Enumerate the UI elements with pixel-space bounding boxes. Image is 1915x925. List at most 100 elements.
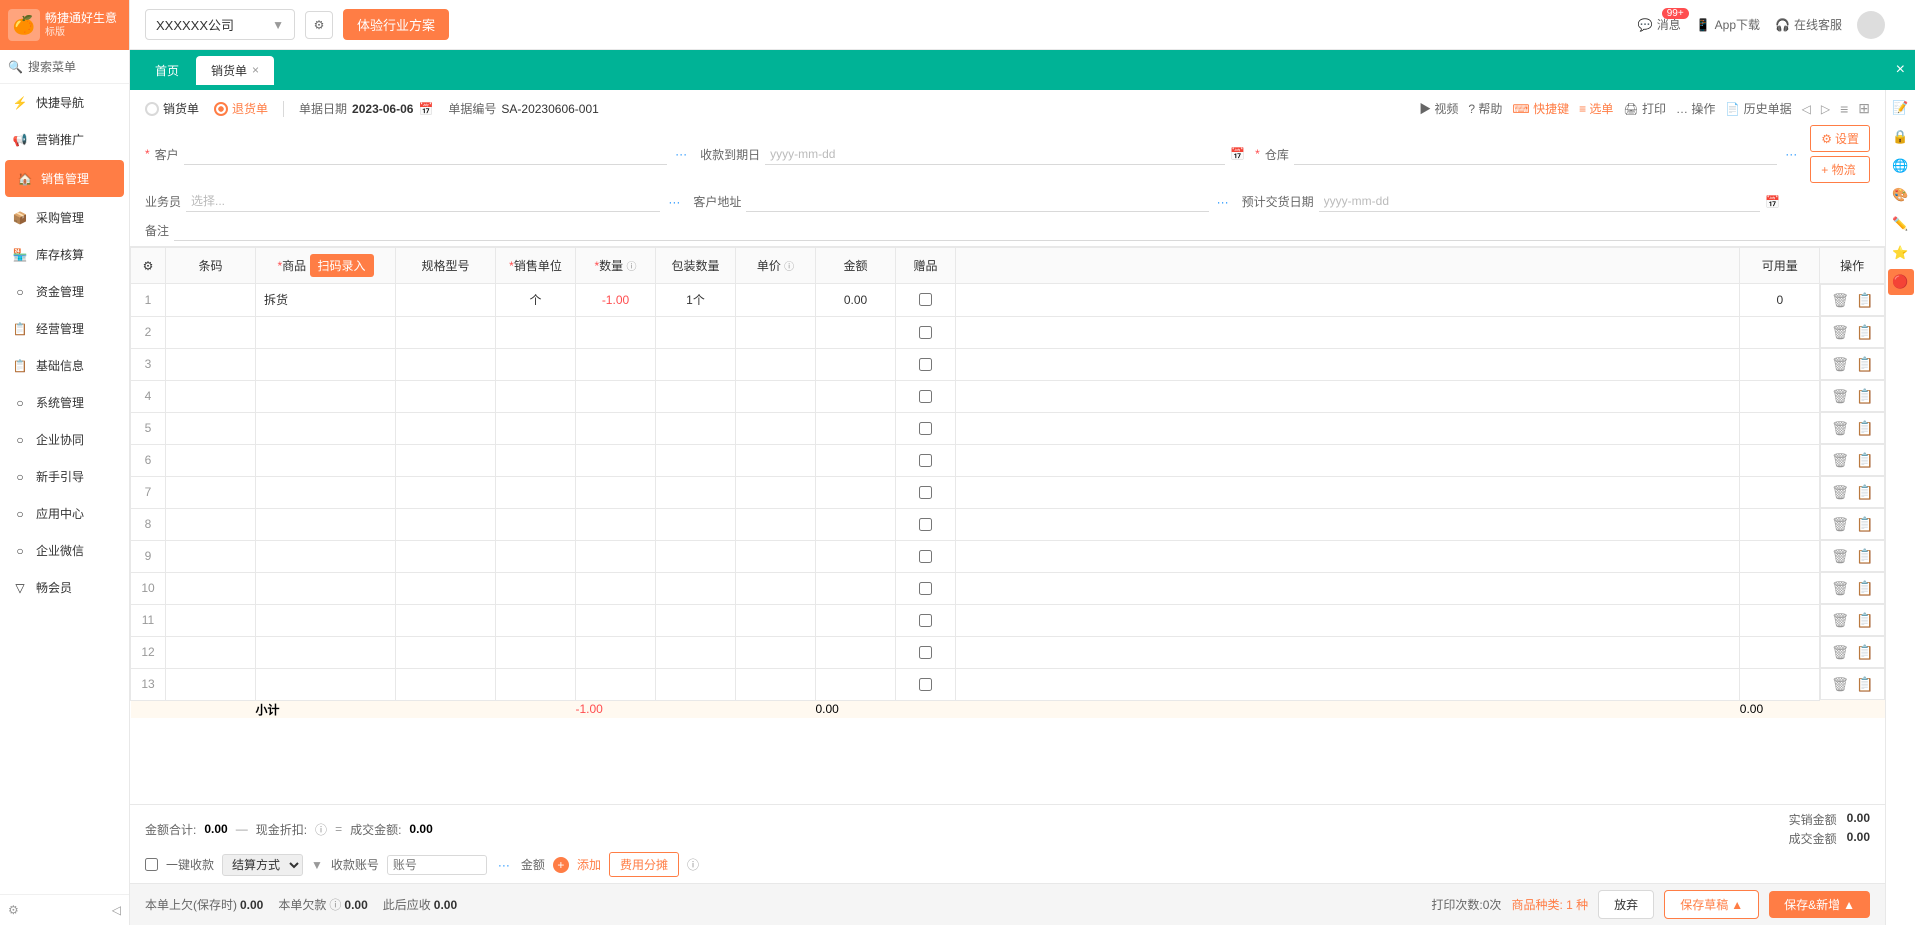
copy-row-btn[interactable]: 📋 xyxy=(1854,514,1875,534)
delete-row-btn[interactable]: 🗑 xyxy=(1829,578,1851,598)
copy-row-btn[interactable]: 📋 xyxy=(1854,642,1875,662)
logistics-btn[interactable]: + 物流 xyxy=(1810,156,1870,183)
sidebar-item-purchase[interactable]: 📦 采购管理 xyxy=(0,199,129,236)
address-ellipsis[interactable]: ··· xyxy=(1214,195,1232,209)
salesperson-ellipsis[interactable]: ··· xyxy=(665,195,683,209)
gift-checkbox[interactable] xyxy=(919,390,932,403)
header-settings-icon[interactable]: ⚙ xyxy=(305,11,333,39)
account-ellipsis[interactable]: ··· xyxy=(495,858,513,872)
app-download-action[interactable]: 📱 App下载 xyxy=(1696,16,1760,33)
tab-sales[interactable]: 销货单 × xyxy=(196,56,274,85)
copy-row-btn[interactable]: 📋 xyxy=(1854,578,1875,598)
sidebar-item-inventory[interactable]: 🏪 库存核算 xyxy=(0,236,129,273)
video-btn[interactable]: ▶ 视频 xyxy=(1419,100,1458,117)
online-service-action[interactable]: 🎧 在线客服 xyxy=(1775,16,1842,33)
delete-row-btn[interactable]: 🗑 xyxy=(1829,290,1851,310)
print-btn[interactable]: 🖨 打印 xyxy=(1623,100,1666,117)
right-icon-2[interactable]: 🔒 xyxy=(1888,124,1914,150)
sidebar-item-finance[interactable]: ○ 资金管理 xyxy=(0,273,129,310)
gift-checkbox[interactable] xyxy=(919,550,932,563)
warehouse-input[interactable]: 建材仓 xyxy=(1294,144,1777,165)
history-btn[interactable]: 📄 历史单据 xyxy=(1725,100,1791,117)
sidebar-item-basic[interactable]: 📋 基础信息 xyxy=(0,347,129,384)
note-input[interactable] xyxy=(174,220,1870,241)
sidebar-item-guide[interactable]: ○ 新手引导 xyxy=(0,458,129,495)
user-avatar[interactable] xyxy=(1857,11,1885,39)
one-click-pay-checkbox[interactable] xyxy=(145,858,158,871)
account-input[interactable] xyxy=(387,855,487,875)
gift-checkbox[interactable] xyxy=(919,646,932,659)
delete-row-btn[interactable]: 🗑 xyxy=(1829,386,1851,406)
right-icon-6[interactable]: ⭐ xyxy=(1888,240,1914,266)
message-action[interactable]: 💬 消息 99+ xyxy=(1638,16,1681,33)
sidebar-item-member[interactable]: ▽ 畅会员 xyxy=(0,569,129,606)
abandon-btn[interactable]: 放弃 xyxy=(1598,890,1654,919)
ops-btn[interactable]: … 操作 xyxy=(1676,100,1715,117)
select-btn[interactable]: ≡ 选单 xyxy=(1579,100,1613,117)
salesperson-input[interactable] xyxy=(186,191,660,212)
delete-row-btn[interactable]: 🗑 xyxy=(1829,354,1851,374)
sidebar-item-wechat[interactable]: ○ 企业微信 xyxy=(0,532,129,569)
delete-row-btn[interactable]: 🗑 xyxy=(1829,514,1851,534)
right-icon-1[interactable]: 📝 xyxy=(1888,95,1914,121)
trial-button[interactable]: 体验行业方案 xyxy=(343,9,449,40)
company-selector[interactable]: XXXXXX公司 ▼ xyxy=(145,9,295,40)
save-new-btn[interactable]: 保存&新增 ▲ xyxy=(1769,891,1870,918)
gift-checkbox[interactable] xyxy=(919,293,932,306)
due-date-cal-icon[interactable]: 📅 xyxy=(1230,147,1245,161)
delete-row-btn[interactable]: 🗑 xyxy=(1829,418,1851,438)
date-picker-icon[interactable]: 📅 xyxy=(418,102,433,116)
sidebar-settings-icon[interactable]: ⚙ xyxy=(8,903,19,917)
split-info-icon[interactable]: ⓘ xyxy=(687,856,699,873)
add-payment-btn[interactable]: + xyxy=(553,857,569,873)
delete-row-btn[interactable]: 🗑 xyxy=(1829,546,1851,566)
right-icon-7[interactable]: 🔴 xyxy=(1888,269,1914,295)
delete-row-btn[interactable]: 🗑 xyxy=(1829,482,1851,502)
view-grid-icon[interactable]: ⊞ xyxy=(1858,100,1870,117)
copy-row-btn[interactable]: 📋 xyxy=(1854,322,1875,342)
gift-checkbox[interactable] xyxy=(919,678,932,691)
right-icon-3[interactable]: 🌐 xyxy=(1888,153,1914,179)
copy-row-btn[interactable]: 📋 xyxy=(1854,610,1875,630)
nav-prev-icon[interactable]: ◁ xyxy=(1802,102,1811,116)
delete-row-btn[interactable]: 🗑 xyxy=(1829,674,1851,694)
right-icon-5[interactable]: ✏️ xyxy=(1888,211,1914,237)
due-date-input[interactable] xyxy=(765,144,1225,165)
sidebar-item-collab[interactable]: ○ 企业协同 xyxy=(0,421,129,458)
delete-row-btn[interactable]: 🗑 xyxy=(1829,322,1851,342)
gift-checkbox[interactable] xyxy=(919,582,932,595)
customer-input[interactable] xyxy=(184,144,667,165)
warehouse-ellipsis[interactable]: ··· xyxy=(1782,147,1800,161)
shortcut-key-btn[interactable]: ⌨ 快捷键 xyxy=(1512,100,1569,117)
scan-btn[interactable]: 扫码录入 xyxy=(310,254,374,277)
sidebar-item-system[interactable]: ○ 系统管理 xyxy=(0,384,129,421)
copy-row-btn[interactable]: 📋 xyxy=(1854,354,1875,374)
gift-checkbox[interactable] xyxy=(919,486,932,499)
nav-next-icon[interactable]: ▷ xyxy=(1821,102,1830,116)
copy-row-btn[interactable]: 📋 xyxy=(1854,450,1875,470)
copy-row-btn[interactable]: 📋 xyxy=(1854,386,1875,406)
calc-method-select[interactable]: 结算方式 xyxy=(222,854,303,876)
save-draft-btn[interactable]: 保存草稿 ▲ xyxy=(1664,890,1759,919)
gift-checkbox[interactable] xyxy=(919,358,932,371)
discount-info-icon[interactable]: ⓘ xyxy=(315,821,327,838)
settings-btn[interactable]: ⚙ 设置 xyxy=(1810,125,1870,152)
view-list-icon[interactable]: ≡ xyxy=(1840,101,1848,117)
sidebar-item-marketing[interactable]: 📢 营销推广 xyxy=(0,121,129,158)
gift-checkbox[interactable] xyxy=(919,422,932,435)
tab-home[interactable]: 首页 xyxy=(140,56,194,85)
tab-close-icon[interactable]: × xyxy=(252,63,259,77)
window-close-icon[interactable]: × xyxy=(1896,61,1905,79)
gift-checkbox[interactable] xyxy=(919,614,932,627)
sidebar-item-shortcut[interactable]: ⚡ 快捷导航 xyxy=(0,84,129,121)
gift-checkbox[interactable] xyxy=(919,454,932,467)
copy-row-btn[interactable]: 📋 xyxy=(1854,290,1875,310)
sidebar-collapse-icon[interactable]: ◁ xyxy=(112,903,121,917)
delete-row-btn[interactable]: 🗑 xyxy=(1829,642,1851,662)
delivery-date-cal-icon[interactable]: 📅 xyxy=(1765,195,1780,209)
address-input[interactable] xyxy=(746,191,1208,212)
customer-ellipsis[interactable]: ··· xyxy=(672,147,690,161)
radio-sales-order[interactable]: 销货单 xyxy=(145,100,199,117)
right-icon-4[interactable]: 🎨 xyxy=(1888,182,1914,208)
copy-row-btn[interactable]: 📋 xyxy=(1854,482,1875,502)
